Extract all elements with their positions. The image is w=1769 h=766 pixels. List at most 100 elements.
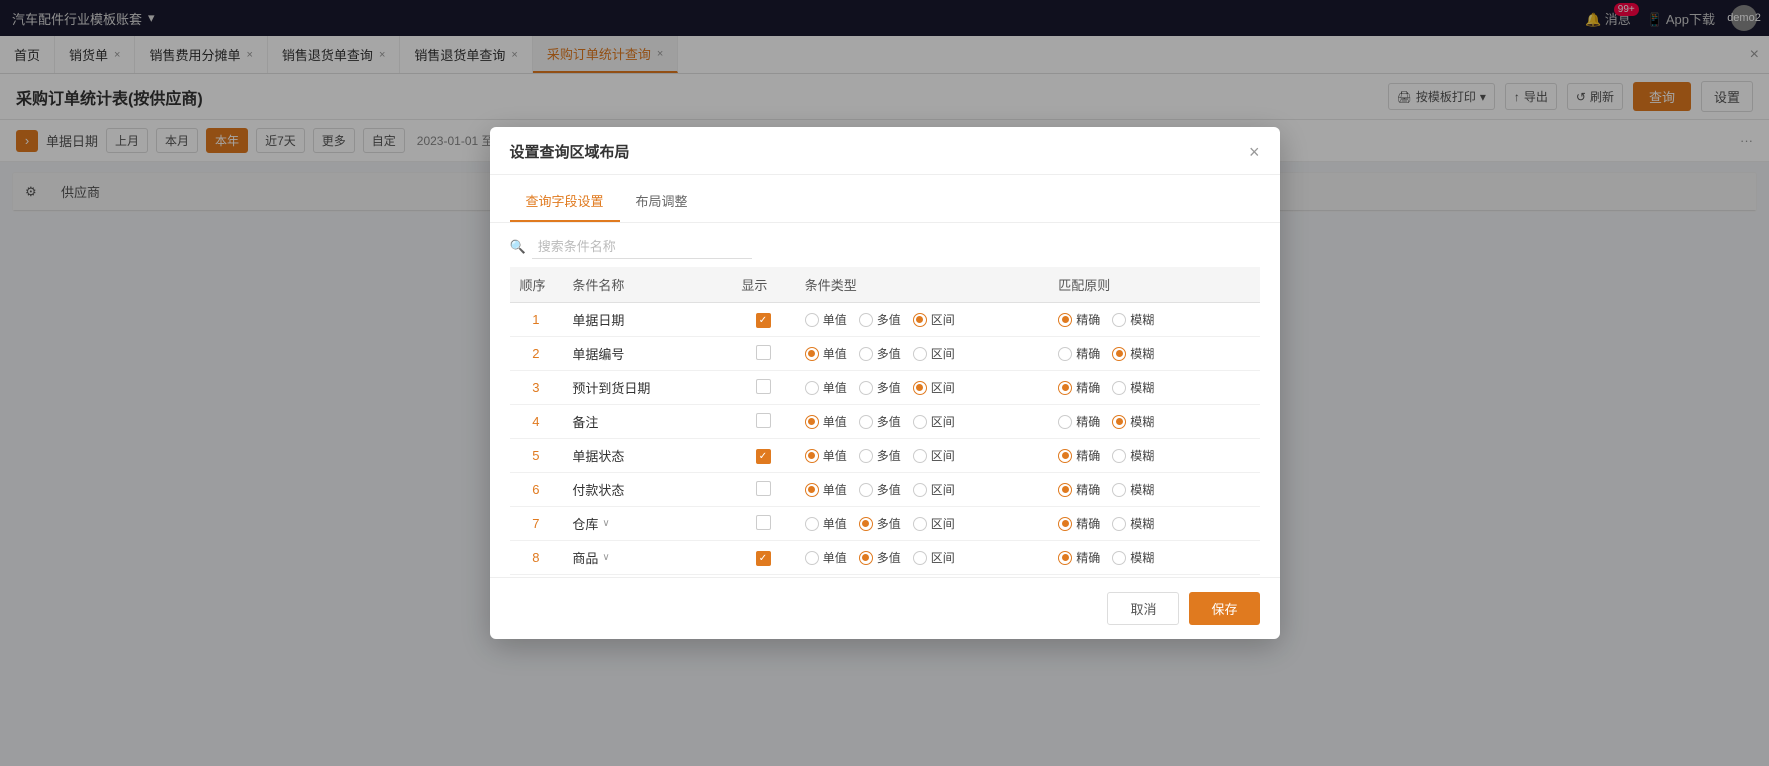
cell-show[interactable] xyxy=(731,473,794,507)
cell-order: 3 xyxy=(510,371,563,405)
th-order: 顺序 xyxy=(510,267,563,303)
radio-match-精确[interactable]: 精确 xyxy=(1058,379,1100,396)
radio-match-dot-精确 xyxy=(1058,381,1072,395)
radio-type-区间[interactable]: 区间 xyxy=(913,413,955,430)
radio-match-模糊[interactable]: 模糊 xyxy=(1112,481,1154,498)
radio-type-区间[interactable]: 区间 xyxy=(913,379,955,396)
radio-dot-区间 xyxy=(913,381,927,395)
radio-dot-区间 xyxy=(913,517,927,531)
table-row: 8商品 ∨单值多值区间精确模糊 xyxy=(510,541,1260,575)
radio-dot-区间 xyxy=(913,347,927,361)
show-checkbox[interactable] xyxy=(756,515,771,530)
radio-match-模糊[interactable]: 模糊 xyxy=(1112,515,1154,532)
radio-type-单值[interactable]: 单值 xyxy=(805,345,847,362)
modal-tab-query-fields[interactable]: 查询字段设置 xyxy=(510,185,620,222)
radio-match-dot-精确 xyxy=(1058,313,1072,327)
table-row: 4备注单值多值区间精确模糊 xyxy=(510,405,1260,439)
radio-type-多值[interactable]: 多值 xyxy=(859,549,901,566)
cell-order: 1 xyxy=(510,303,563,337)
cell-type: 单值多值区间 xyxy=(795,507,1049,541)
show-checkbox[interactable] xyxy=(756,345,771,360)
modal-header: 设置查询区域布局 × xyxy=(490,127,1280,175)
radio-match-精确[interactable]: 精确 xyxy=(1058,481,1100,498)
radio-match-dot-模糊 xyxy=(1112,313,1126,327)
search-icon: 🔍 xyxy=(510,239,526,255)
radio-match-模糊[interactable]: 模糊 xyxy=(1112,413,1154,430)
radio-match-模糊[interactable]: 模糊 xyxy=(1112,447,1154,464)
radio-type-区间[interactable]: 区间 xyxy=(913,481,955,498)
search-input[interactable] xyxy=(532,235,752,259)
modal-close-btn[interactable]: × xyxy=(1249,143,1260,161)
expand-arrow-icon[interactable]: ∨ xyxy=(602,518,609,529)
radio-type-区间[interactable]: 区间 xyxy=(913,311,955,328)
radio-type-单值[interactable]: 单值 xyxy=(805,413,847,430)
cell-name: 付款状态 xyxy=(562,473,731,507)
radio-type-多值[interactable]: 多值 xyxy=(859,413,901,430)
cell-show[interactable] xyxy=(731,439,794,473)
radio-dot-多值 xyxy=(859,415,873,429)
radio-type-区间[interactable]: 区间 xyxy=(913,549,955,566)
radio-match-精确[interactable]: 精确 xyxy=(1058,311,1100,328)
radio-type-单值[interactable]: 单值 xyxy=(805,311,847,328)
modal-title: 设置查询区域布局 xyxy=(510,141,630,162)
cell-show[interactable] xyxy=(731,337,794,371)
cell-order: 7 xyxy=(510,507,563,541)
radio-match-精确[interactable]: 精确 xyxy=(1058,447,1100,464)
modal-table-header: 顺序 条件名称 显示 条件类型 匹配原则 xyxy=(510,267,1260,303)
radio-match-精确[interactable]: 精确 xyxy=(1058,515,1100,532)
radio-dot-单值 xyxy=(805,551,819,565)
radio-match-精确[interactable]: 精确 xyxy=(1058,549,1100,566)
cell-show[interactable] xyxy=(731,507,794,541)
show-checkbox[interactable] xyxy=(756,449,771,464)
radio-type-多值[interactable]: 多值 xyxy=(859,311,901,328)
radio-type-单值[interactable]: 单值 xyxy=(805,549,847,566)
show-checkbox[interactable] xyxy=(756,313,771,328)
radio-dot-单值 xyxy=(805,381,819,395)
radio-dot-多值 xyxy=(859,551,873,565)
radio-type-多值[interactable]: 多值 xyxy=(859,481,901,498)
radio-match-模糊[interactable]: 模糊 xyxy=(1112,345,1154,362)
table-row: 7仓库 ∨单值多值区间精确模糊 xyxy=(510,507,1260,541)
show-checkbox[interactable] xyxy=(756,551,771,566)
cell-show[interactable] xyxy=(731,405,794,439)
cell-type: 单值多值区间 xyxy=(795,541,1049,575)
radio-type-区间[interactable]: 区间 xyxy=(913,345,955,362)
cell-show[interactable] xyxy=(731,303,794,337)
radio-dot-多值 xyxy=(859,449,873,463)
radio-type-单值[interactable]: 单值 xyxy=(805,481,847,498)
radio-type-区间[interactable]: 区间 xyxy=(913,447,955,464)
radio-type-区间[interactable]: 区间 xyxy=(913,515,955,532)
radio-type-多值[interactable]: 多值 xyxy=(859,447,901,464)
cell-show[interactable] xyxy=(731,371,794,405)
radio-type-多值[interactable]: 多值 xyxy=(859,345,901,362)
radio-match-模糊[interactable]: 模糊 xyxy=(1112,549,1154,566)
expand-arrow-icon[interactable]: ∨ xyxy=(602,552,609,563)
cell-type: 单值多值区间 xyxy=(795,371,1049,405)
radio-type-多值[interactable]: 多值 xyxy=(859,515,901,532)
cell-order: 2 xyxy=(510,337,563,371)
cell-match: 精确模糊 xyxy=(1048,473,1259,507)
show-checkbox[interactable] xyxy=(756,481,771,496)
cancel-btn[interactable]: 取消 xyxy=(1107,592,1179,625)
modal-dialog: 设置查询区域布局 × 查询字段设置 布局调整 🔍 顺序 xyxy=(490,127,1280,639)
radio-dot-单值 xyxy=(805,313,819,327)
radio-type-多值[interactable]: 多值 xyxy=(859,379,901,396)
table-row: 3预计到货日期单值多值区间精确模糊 xyxy=(510,371,1260,405)
save-btn[interactable]: 保存 xyxy=(1189,592,1259,625)
radio-type-单值[interactable]: 单值 xyxy=(805,447,847,464)
radio-match-dot-精确 xyxy=(1058,415,1072,429)
radio-dot-多值 xyxy=(859,347,873,361)
radio-match-模糊[interactable]: 模糊 xyxy=(1112,379,1154,396)
cell-type: 单值多值区间 xyxy=(795,303,1049,337)
radio-type-单值[interactable]: 单值 xyxy=(805,379,847,396)
radio-dot-单值 xyxy=(805,483,819,497)
radio-match-模糊[interactable]: 模糊 xyxy=(1112,311,1154,328)
modal-table-scroll[interactable]: 顺序 条件名称 显示 条件类型 匹配原则 1单据日期单值多值区间精确模糊2单据编… xyxy=(510,267,1260,577)
radio-type-单值[interactable]: 单值 xyxy=(805,515,847,532)
cell-show[interactable] xyxy=(731,541,794,575)
radio-match-精确[interactable]: 精确 xyxy=(1058,345,1100,362)
radio-match-精确[interactable]: 精确 xyxy=(1058,413,1100,430)
show-checkbox[interactable] xyxy=(756,413,771,428)
show-checkbox[interactable] xyxy=(756,379,771,394)
modal-tab-layout[interactable]: 布局调整 xyxy=(620,185,704,222)
